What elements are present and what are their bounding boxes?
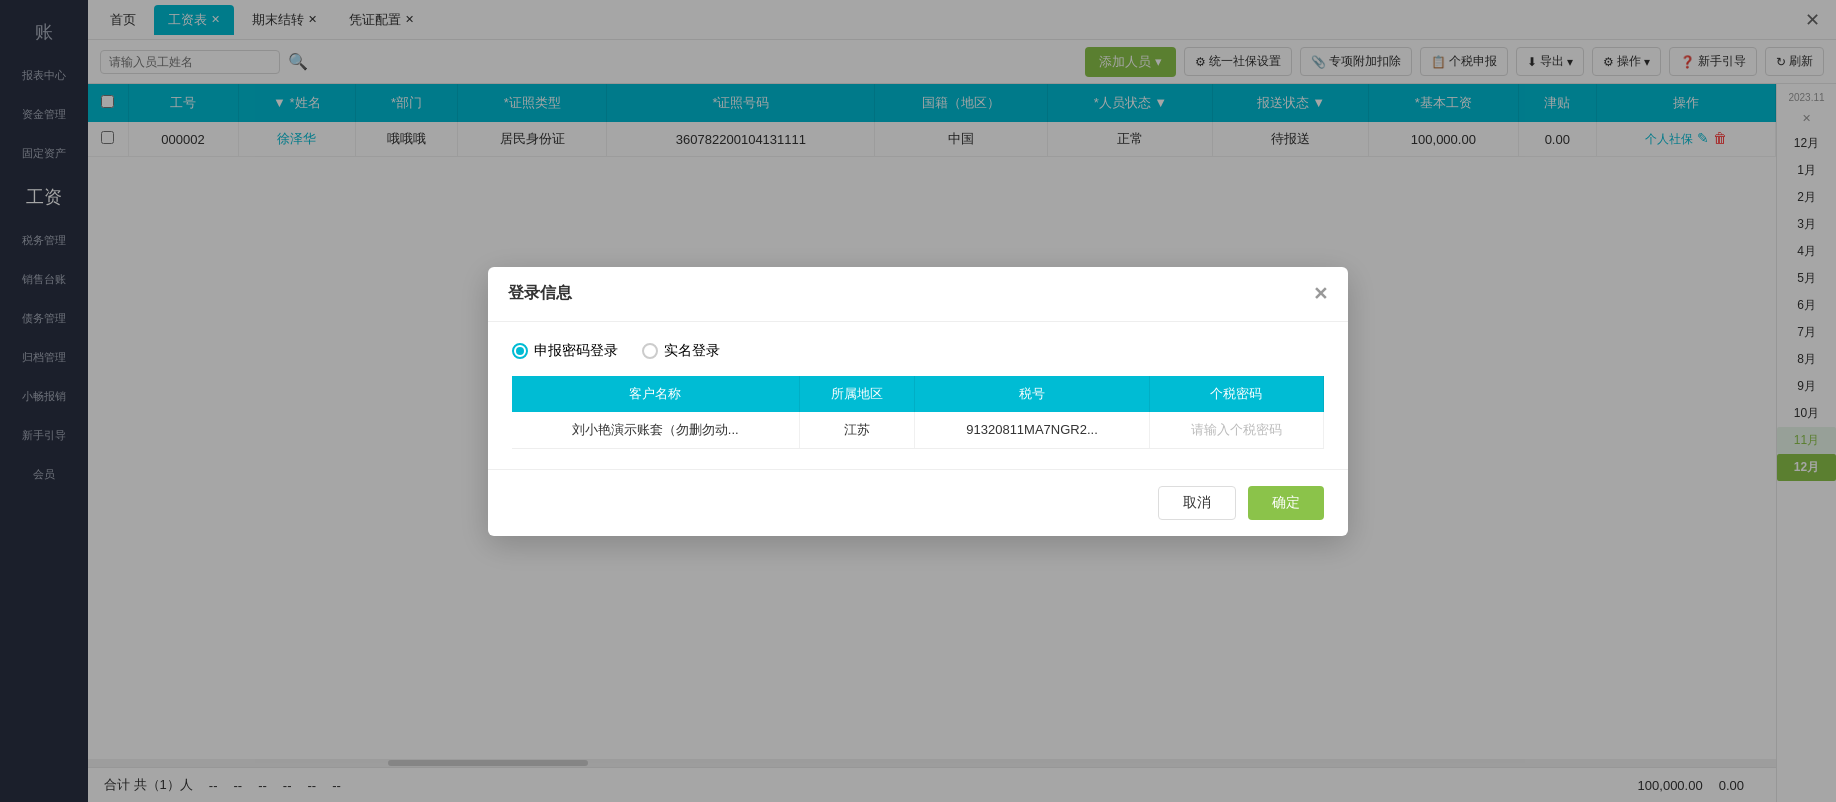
login-dialog: 登录信息 ✕ 申报密码登录 实名登录 客户名称 xyxy=(488,267,1348,536)
col-tax-id: 税号 xyxy=(915,376,1150,412)
confirm-button[interactable]: 确定 xyxy=(1248,486,1324,520)
col-client-name: 客户名称 xyxy=(512,376,799,412)
login-method-group: 申报密码登录 实名登录 xyxy=(512,342,1324,360)
tax-id-cell: 91320811MA7NGR2... xyxy=(915,412,1150,449)
dialog-body: 申报密码登录 实名登录 客户名称 所属地区 xyxy=(488,322,1348,469)
cancel-button[interactable]: 取消 xyxy=(1158,486,1236,520)
dialog-close-icon[interactable]: ✕ xyxy=(1313,283,1328,305)
client-row: 刘小艳演示账套（勿删勿动... 江苏 91320811MA7NGR2... 请输… xyxy=(512,412,1324,449)
dialog-overlay: 登录信息 ✕ 申报密码登录 实名登录 客户名称 xyxy=(0,0,1836,802)
radio-password-login[interactable]: 申报密码登录 xyxy=(512,342,618,360)
dialog-title: 登录信息 xyxy=(508,283,572,304)
radio-password-icon xyxy=(512,343,528,359)
radio-realname-icon xyxy=(642,343,658,359)
dialog-footer: 取消 确定 xyxy=(488,469,1348,536)
dialog-header: 登录信息 ✕ xyxy=(488,267,1348,322)
col-region: 所属地区 xyxy=(799,376,915,412)
password-cell: 请输入个税密码 xyxy=(1149,412,1323,449)
region-cell: 江苏 xyxy=(799,412,915,449)
radio-realname-login[interactable]: 实名登录 xyxy=(642,342,720,360)
col-tax-password: 个税密码 xyxy=(1149,376,1323,412)
client-table: 客户名称 所属地区 税号 个税密码 xyxy=(512,376,1324,449)
client-name-cell: 刘小艳演示账套（勿删勿动... xyxy=(512,412,799,449)
